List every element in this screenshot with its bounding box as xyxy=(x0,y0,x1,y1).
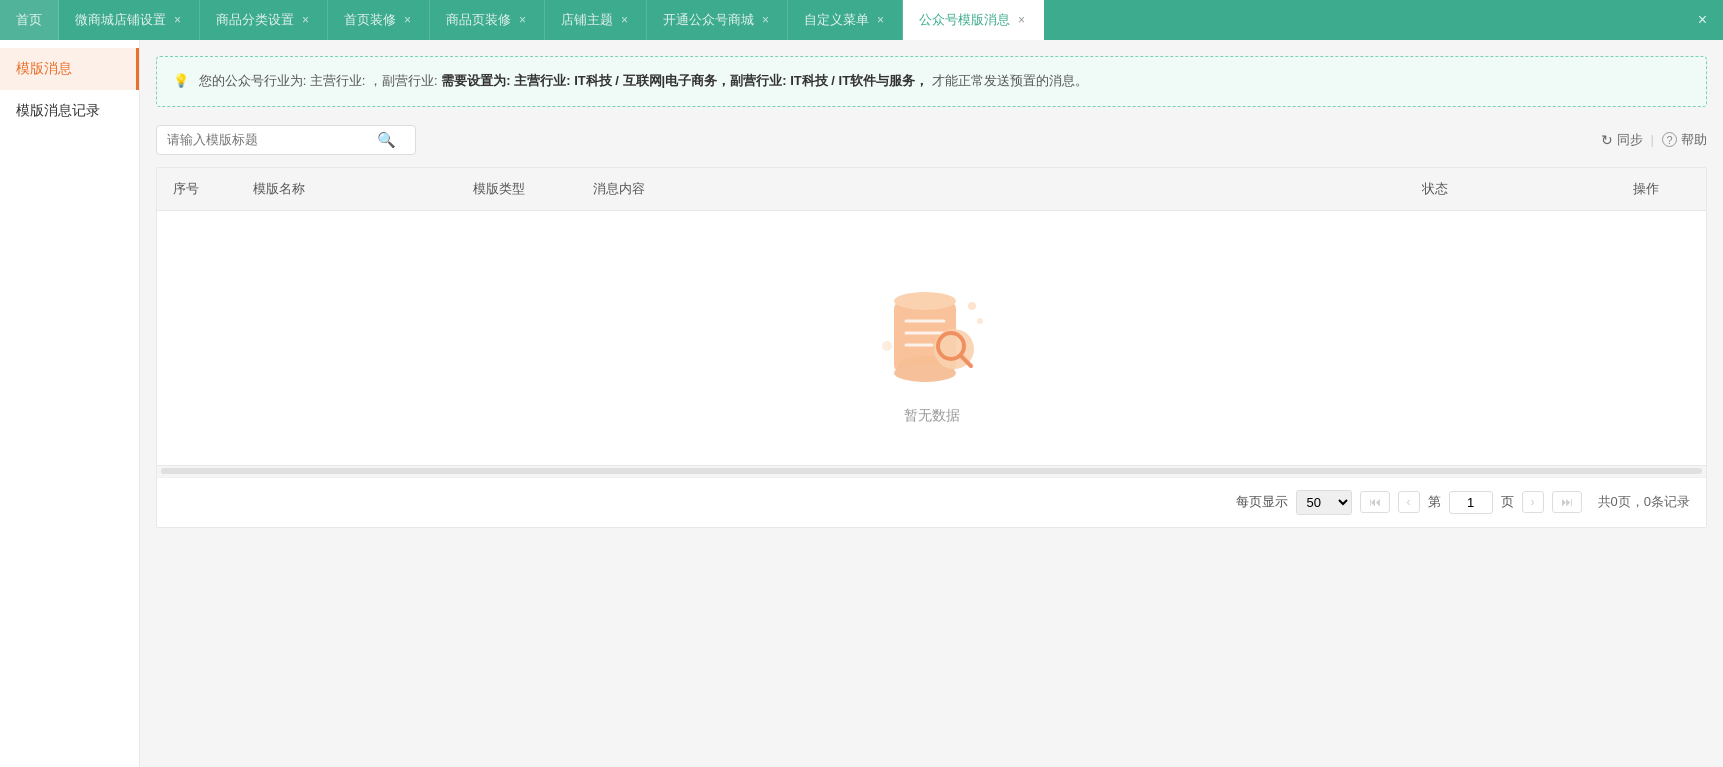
th-type: 模版类型 xyxy=(457,168,577,210)
search-input[interactable] xyxy=(167,132,377,147)
th-status: 状态 xyxy=(1406,168,1586,210)
empty-illustration xyxy=(872,271,992,391)
tab-custom-menu[interactable]: 自定义菜单 × xyxy=(788,0,903,40)
content-area: 💡 您的公众号行业为: 主营行业: ，副营行业: 需要设置为: 主营行业: IT… xyxy=(140,40,1723,767)
tab-custom-menu-label: 自定义菜单 xyxy=(804,11,869,29)
tab-shop-settings-label: 微商城店铺设置 xyxy=(75,11,166,29)
th-content: 消息内容 xyxy=(577,168,1406,210)
sidebar-item-template-record[interactable]: 模版消息记录 xyxy=(0,90,139,132)
close-tab-product-decoration[interactable]: × xyxy=(517,11,528,29)
notice-highlight: 需要设置为: 主营行业: IT科技 / 互联网|电子商务，副营行业: IT科技 … xyxy=(441,73,928,88)
tab-template-message-label: 公众号模版消息 xyxy=(919,11,1010,29)
sidebar-item-template-msg[interactable]: 模版消息 xyxy=(0,48,139,90)
tab-product-decoration-label: 商品页装修 xyxy=(446,11,511,29)
search-bar: 🔍 ↻ 同步 | ? 帮助 xyxy=(156,125,1707,155)
close-tab-open-mall[interactable]: × xyxy=(760,11,771,29)
help-icon: ? xyxy=(1662,132,1677,147)
scroll-track xyxy=(161,468,1702,474)
search-input-wrap: 🔍 xyxy=(156,125,416,155)
help-button[interactable]: ? 帮助 xyxy=(1662,131,1707,149)
close-tab-template-message[interactable]: × xyxy=(1016,11,1027,29)
tab-homepage-decoration[interactable]: 首页装修 × xyxy=(328,0,430,40)
tab-product-decoration[interactable]: 商品页装修 × xyxy=(430,0,545,40)
sync-label: 同步 xyxy=(1617,131,1643,149)
tab-open-mall[interactable]: 开通公众号商城 × xyxy=(647,0,788,40)
tab-category-settings-label: 商品分类设置 xyxy=(216,11,294,29)
total-info: 共0页，0条记录 xyxy=(1598,493,1690,511)
pagination: 每页显示 50 10 20 100 ⏮ ‹ 第 页 › ⏭ 共0页，0条记录 xyxy=(157,477,1706,527)
svg-point-11 xyxy=(977,318,983,324)
svg-point-12 xyxy=(882,341,892,351)
close-tab-category-settings[interactable]: × xyxy=(300,11,311,29)
horizontal-scrollbar[interactable] xyxy=(157,465,1706,477)
page-input[interactable] xyxy=(1449,491,1493,514)
svg-point-10 xyxy=(968,302,976,310)
tab-home-label: 首页 xyxy=(16,11,42,29)
data-table: 序号 模版名称 模版类型 消息内容 状态 操作 xyxy=(156,167,1707,528)
notice-text-prefix: 您的公众号行业为: 主营行业: ，副营行业: xyxy=(199,73,442,88)
tab-open-mall-label: 开通公众号商城 xyxy=(663,11,754,29)
prev-page-button[interactable]: ‹ xyxy=(1398,491,1420,513)
tab-home[interactable]: 首页 xyxy=(0,0,59,40)
close-tab-shop-settings[interactable]: × xyxy=(172,11,183,29)
close-all-tabs[interactable]: × xyxy=(1682,11,1723,29)
close-tab-custom-menu[interactable]: × xyxy=(875,11,886,29)
notice-box: 💡 您的公众号行业为: 主营行业: ，副营行业: 需要设置为: 主营行业: IT… xyxy=(156,56,1707,107)
sidebar-item-template-record-label: 模版消息记录 xyxy=(16,102,100,118)
sidebar: 模版消息 模版消息记录 xyxy=(0,40,140,767)
tab-homepage-decoration-label: 首页装修 xyxy=(344,11,396,29)
page-suffix-label: 页 xyxy=(1501,493,1514,511)
th-action: 操作 xyxy=(1586,168,1706,210)
sync-icon: ↻ xyxy=(1601,132,1613,148)
toolbar-right: ↻ 同步 | ? 帮助 xyxy=(1601,131,1707,149)
next-page-button[interactable]: › xyxy=(1522,491,1544,513)
last-page-button[interactable]: ⏭ xyxy=(1552,491,1582,513)
tab-bar: 首页 微商城店铺设置 × 商品分类设置 × 首页装修 × 商品页装修 × 店铺主… xyxy=(0,0,1723,40)
per-page-label: 每页显示 xyxy=(1236,493,1288,511)
per-page-select[interactable]: 50 10 20 100 xyxy=(1296,490,1352,515)
close-tab-homepage-decoration[interactable]: × xyxy=(402,11,413,29)
tab-category-settings[interactable]: 商品分类设置 × xyxy=(200,0,328,40)
th-seq: 序号 xyxy=(157,168,237,210)
close-tab-shop-theme[interactable]: × xyxy=(619,11,630,29)
tab-template-message[interactable]: 公众号模版消息 × xyxy=(903,0,1044,40)
notice-text-suffix: 才能正常发送预置的消息。 xyxy=(932,73,1088,88)
search-icon[interactable]: 🔍 xyxy=(377,131,396,149)
svg-point-2 xyxy=(894,292,956,310)
table-header: 序号 模版名称 模版类型 消息内容 状态 操作 xyxy=(157,168,1706,211)
sidebar-item-template-msg-label: 模版消息 xyxy=(16,60,72,76)
tab-shop-theme[interactable]: 店铺主题 × xyxy=(545,0,647,40)
notice-icon: 💡 xyxy=(173,73,189,88)
page-prefix-label: 第 xyxy=(1428,493,1441,511)
empty-text: 暂无数据 xyxy=(904,407,960,425)
th-name: 模版名称 xyxy=(237,168,457,210)
toolbar-divider: | xyxy=(1651,132,1654,147)
empty-state: 暂无数据 xyxy=(157,211,1706,465)
tab-shop-settings[interactable]: 微商城店铺设置 × xyxy=(59,0,200,40)
tab-shop-theme-label: 店铺主题 xyxy=(561,11,613,29)
first-page-button[interactable]: ⏮ xyxy=(1360,491,1390,513)
main-layout: 模版消息 模版消息记录 💡 您的公众号行业为: 主营行业: ，副营行业: 需要设… xyxy=(0,40,1723,767)
sync-button[interactable]: ↻ 同步 xyxy=(1601,131,1643,149)
help-label: 帮助 xyxy=(1681,131,1707,149)
